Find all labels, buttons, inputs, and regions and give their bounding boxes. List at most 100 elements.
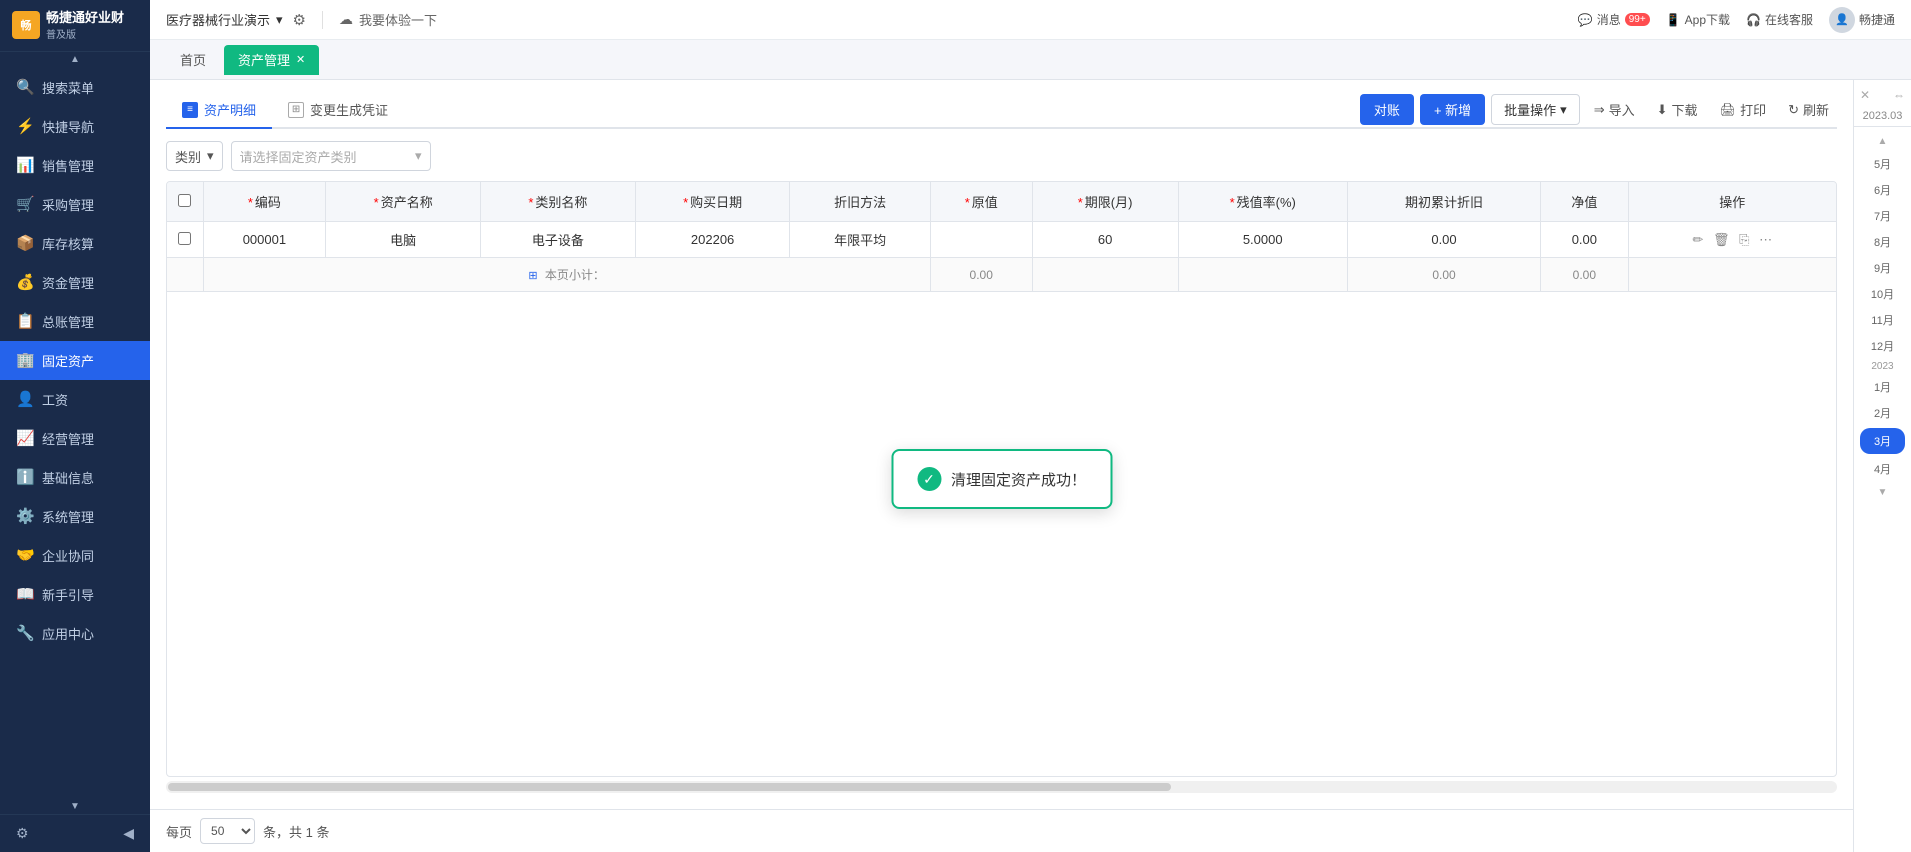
- timeline-4[interactable]: 4月: [1854, 456, 1911, 482]
- scrollbar-thumb[interactable]: [168, 783, 1171, 791]
- horizontal-scrollbar[interactable]: [166, 781, 1837, 793]
- sidebar-item-basic-info[interactable]: ℹ️ 基础信息: [0, 458, 150, 497]
- tab-home[interactable]: 首页: [166, 45, 220, 75]
- edit-icon[interactable]: ✏: [1692, 232, 1703, 247]
- subtotal-initial: 0.00: [1347, 258, 1540, 292]
- sub-tab-asset-detail[interactable]: ≡ 资产明细: [166, 92, 272, 129]
- sidebar-item-sales[interactable]: 📊 销售管理: [0, 146, 150, 185]
- collapse-right-icon[interactable]: ✕: [1860, 88, 1870, 102]
- category-type-select[interactable]: 类别 ▾: [166, 141, 223, 171]
- topbar-messages[interactable]: 💬 消息 99+: [1578, 11, 1650, 28]
- topbar-divider: [322, 11, 323, 29]
- sidebar-item-purchase[interactable]: 🛒 采购管理: [0, 185, 150, 224]
- timeline-8[interactable]: 8月: [1854, 229, 1911, 255]
- import-button[interactable]: ⇒ 导入: [1586, 95, 1643, 124]
- voucher-icon: ⊞: [288, 102, 304, 118]
- sidebar-item-search[interactable]: 🔍 搜索菜单: [0, 68, 150, 107]
- select-all-checkbox[interactable]: [178, 194, 191, 207]
- collapse-icon[interactable]: ◀: [123, 825, 134, 842]
- timeline-nav-up[interactable]: ▲: [1873, 131, 1893, 151]
- new-button[interactable]: + 新增: [1420, 94, 1485, 125]
- sidebar-item-label: 工资: [42, 390, 68, 409]
- topbar-user[interactable]: 👤 畅捷通: [1829, 7, 1895, 33]
- timeline-5[interactable]: 5月: [1854, 151, 1911, 177]
- sidebar-item-finance[interactable]: 💰 资金管理: [0, 263, 150, 302]
- timeline-1[interactable]: 1月: [1854, 374, 1911, 400]
- sub-tab-generate-voucher[interactable]: ⊞ 变更生成凭证: [272, 92, 404, 129]
- topbar-app-download[interactable]: 📱 App下载: [1666, 11, 1730, 28]
- th-initial-accumulated: 期初累计折旧: [1347, 182, 1540, 222]
- sidebar-item-label: 系统管理: [42, 507, 94, 526]
- sidebar-item-label: 基础信息: [42, 468, 94, 487]
- timeline-10[interactable]: 10月: [1854, 281, 1911, 307]
- category-value-select[interactable]: 请选择固定资产类别 ▾: [231, 141, 431, 171]
- inventory-icon: 📦: [16, 234, 34, 252]
- td-checkbox: [167, 222, 203, 258]
- th-operation: 操作: [1628, 182, 1836, 222]
- sidebar-item-app-center[interactable]: 🔧 应用中心: [0, 614, 150, 653]
- refresh-button[interactable]: ↻ 刷新: [1780, 95, 1837, 124]
- sidebar-item-system[interactable]: ⚙️ 系统管理: [0, 497, 150, 536]
- sidebar-item-label: 总账管理: [42, 312, 94, 331]
- app-download-label: App下载: [1685, 11, 1730, 28]
- more-icon[interactable]: ⋯: [1759, 232, 1772, 247]
- tab-home-label: 首页: [180, 50, 206, 69]
- timeline-nav-down[interactable]: ▼: [1873, 482, 1893, 502]
- sidebar-scroll-up[interactable]: ▲: [0, 52, 150, 68]
- sidebar-item-quick-nav[interactable]: ⚡ 快捷导航: [0, 107, 150, 146]
- batch-button[interactable]: 批量操作 ▾: [1491, 94, 1580, 125]
- sidebar-scroll-down[interactable]: ▼: [0, 798, 150, 814]
- app-center-icon: 🔧: [16, 624, 34, 642]
- sidebar-item-label: 快捷导航: [42, 117, 94, 136]
- sidebar-item-inventory[interactable]: 📦 库存核算: [0, 224, 150, 263]
- row-checkbox[interactable]: [178, 232, 191, 245]
- settings-icon[interactable]: ⚙: [16, 825, 29, 842]
- tab-asset-management[interactable]: 资产管理 ✕: [224, 45, 319, 75]
- sidebar-item-ledger[interactable]: 📋 总账管理: [0, 302, 150, 341]
- guide-icon: 📖: [16, 585, 34, 603]
- sidebar-bottom: ⚙ ◀: [0, 814, 150, 852]
- sidebar-item-guide[interactable]: 📖 新手引导: [0, 575, 150, 614]
- timeline-6[interactable]: 6月: [1854, 177, 1911, 203]
- td-category: 电子设备: [481, 222, 636, 258]
- td-name: 电脑: [326, 222, 481, 258]
- tab-close-icon[interactable]: ✕: [296, 53, 305, 66]
- user-avatar: 👤: [1829, 7, 1855, 33]
- table-toolbar: 对账 + 新增 批量操作 ▾ ⇒ 导入 ⬇: [1360, 94, 1837, 125]
- phone-icon: 📱: [1666, 13, 1681, 27]
- sidebar-item-fixed-assets[interactable]: 🏢 固定资产: [0, 341, 150, 380]
- th-original-value: *原值: [930, 182, 1032, 222]
- sub-tab-asset-detail-label: 资产明细: [204, 100, 256, 119]
- copy-icon[interactable]: ⎘: [1739, 232, 1749, 247]
- quick-nav-icon: ⚡: [16, 117, 34, 135]
- timeline-9[interactable]: 9月: [1854, 255, 1911, 281]
- expand-right-icon[interactable]: ⇔: [1893, 88, 1905, 102]
- gear-icon[interactable]: ⚙: [293, 11, 306, 29]
- timeline-2[interactable]: 2月: [1854, 400, 1911, 426]
- delete-icon[interactable]: 🗑: [1713, 232, 1730, 247]
- sidebar-item-payroll[interactable]: 👤 工资: [0, 380, 150, 419]
- timeline-12[interactable]: 12月: [1854, 333, 1911, 359]
- td-depreciation-method: 年限平均: [790, 222, 930, 258]
- logo-text: 畅捷通好业财: [46, 10, 124, 26]
- print-button[interactable]: 🖨 打印: [1712, 95, 1775, 124]
- download-button[interactable]: ⬇ 下载: [1649, 95, 1706, 124]
- experience-text: 我要体验一下: [359, 10, 437, 29]
- topbar-online-service[interactable]: 🎧 在线客服: [1746, 11, 1813, 28]
- sidebar-item-operations[interactable]: 📈 经营管理: [0, 419, 150, 458]
- company-name: 医疗器械行业演示: [166, 10, 270, 29]
- topbar-experience[interactable]: ☁ 我要体验一下: [339, 10, 437, 29]
- th-depreciation-method: 折旧方法: [790, 182, 930, 222]
- per-page-select[interactable]: 50 20 100: [200, 818, 255, 844]
- import-icon: ⇒: [1594, 102, 1605, 118]
- topbar-company[interactable]: 医疗器械行业演示 ▾: [166, 10, 283, 29]
- headset-icon: 🎧: [1746, 13, 1761, 27]
- online-service-label: 在线客服: [1765, 11, 1813, 28]
- timeline-7[interactable]: 7月: [1854, 203, 1911, 229]
- category-type-label: 类别: [175, 147, 201, 166]
- th-purchase-date: *购买日期: [635, 182, 790, 222]
- timeline-11[interactable]: 11月: [1854, 307, 1911, 333]
- reconcile-button[interactable]: 对账: [1360, 94, 1414, 125]
- timeline-3-current[interactable]: 3月: [1860, 428, 1905, 454]
- sidebar-item-collaboration[interactable]: 🤝 企业协同: [0, 536, 150, 575]
